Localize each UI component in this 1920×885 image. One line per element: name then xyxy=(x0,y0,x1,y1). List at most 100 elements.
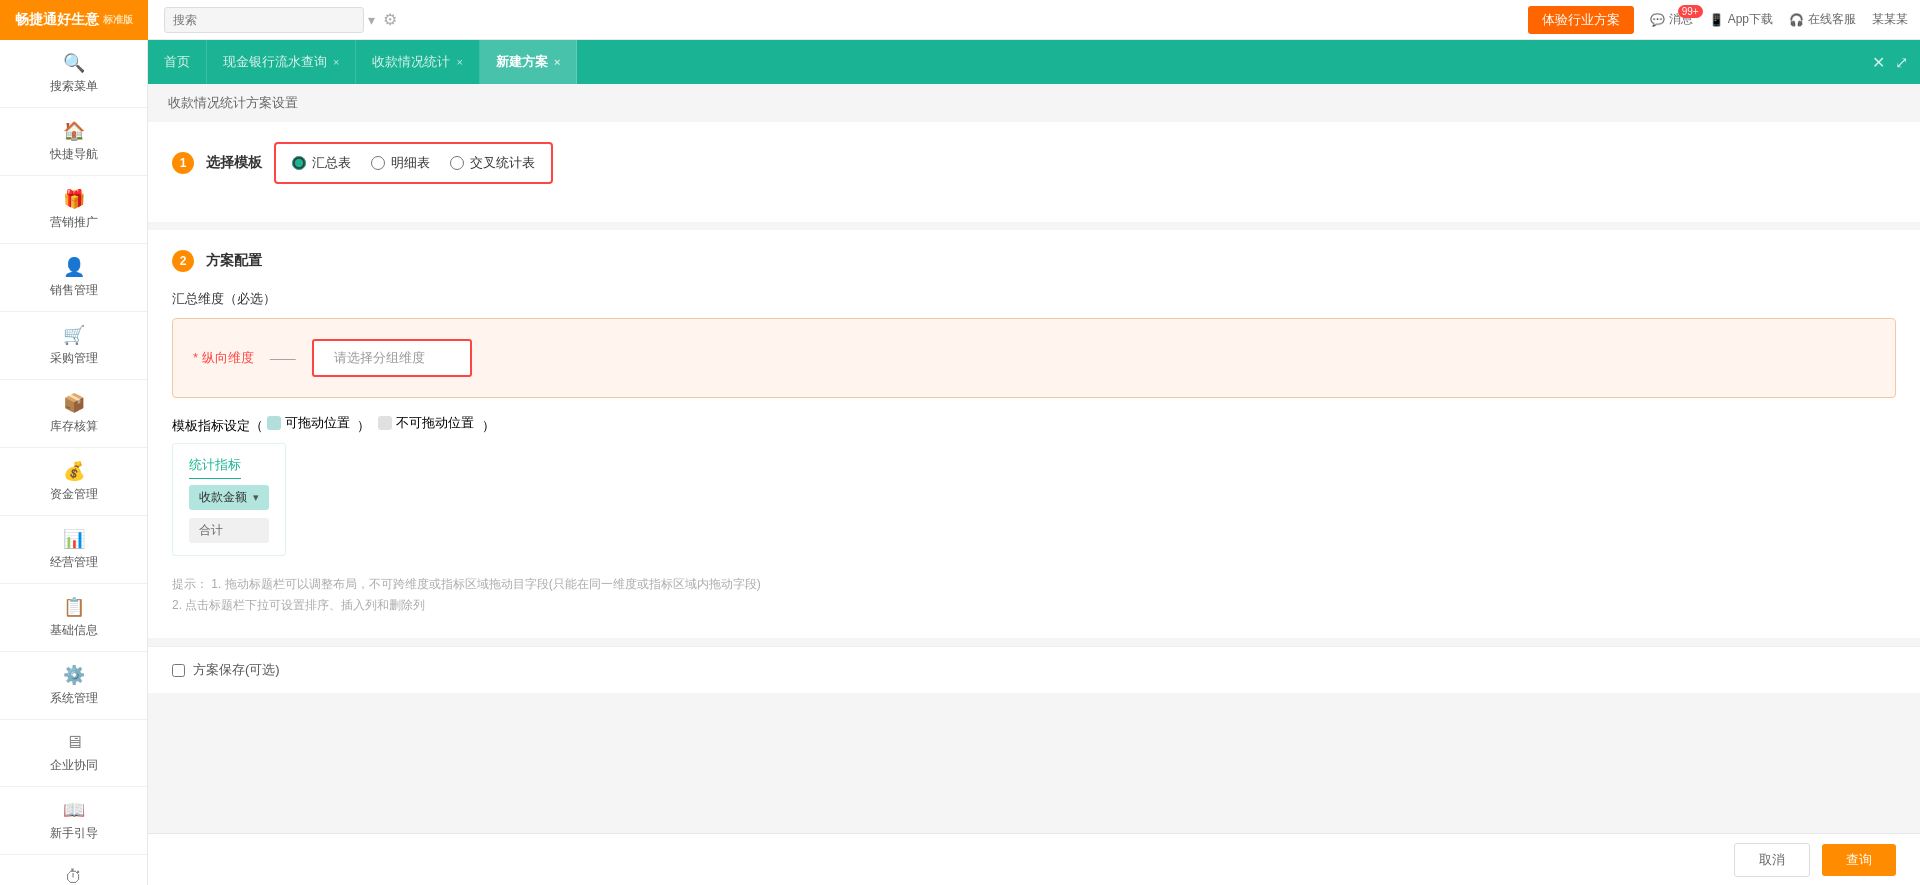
message-badge: 99+ xyxy=(1678,5,1703,18)
message-icon: 💬 xyxy=(1650,13,1665,27)
sidebar-label-purchase: 采购管理 xyxy=(50,350,98,367)
window-btns: ✕ ⤢ xyxy=(1860,40,1920,84)
sidebar-item-system[interactable]: ⚙️ 系统管理 xyxy=(0,652,147,720)
radio-cross[interactable]: 交叉统计表 xyxy=(450,154,535,172)
support-icon: 🎧 xyxy=(1789,13,1804,27)
dimension-arrow: —— xyxy=(270,351,296,366)
main-layout: 🔍 搜索菜单 🏠 快捷导航 🎁 营销推广 👤 销售管理 🛒 采购管理 📦 库存核… xyxy=(0,40,1920,885)
save-checkbox[interactable] xyxy=(172,664,185,677)
support-btn[interactable]: 🎧 在线客服 xyxy=(1789,11,1856,28)
radio-summary-input[interactable] xyxy=(292,156,306,170)
sidebar-label-management: 经营管理 xyxy=(50,554,98,571)
dimension-select[interactable]: 请选择分组维度 xyxy=(312,339,472,377)
form-footer: 方案保存(可选) xyxy=(148,646,1920,693)
download-label: App下载 xyxy=(1728,11,1773,28)
metrics-header: 模板指标设定（ 可拖动位置 ） 不可拖动位置 ） xyxy=(172,414,1896,435)
page-header: 收款情况统计方案设置 xyxy=(148,84,1920,122)
breadcrumb: 收款情况统计方案设置 xyxy=(168,95,298,110)
settings-icon[interactable]: ⚙ xyxy=(383,10,397,29)
dimension-placeholder: 请选择分组维度 xyxy=(334,350,425,365)
tab-payment-stats[interactable]: 收款情况统计 × xyxy=(356,40,479,84)
sidebar-item-guide[interactable]: 📖 新手引导 xyxy=(0,787,147,855)
tab-new-plan-label: 新建方案 xyxy=(496,53,548,71)
industry-btn[interactable]: 体验行业方案 xyxy=(1528,6,1634,34)
person-icon: 👤 xyxy=(63,256,85,278)
support-label: 在线客服 xyxy=(1808,11,1856,28)
metrics-container: 统计指标 收款金额 ▾ 合计 xyxy=(172,443,286,556)
radio-summary-label: 汇总表 xyxy=(312,154,351,172)
metric-total-label: 合计 xyxy=(199,522,223,539)
download-icon: 📱 xyxy=(1709,13,1724,27)
search-dropdown-icon[interactable]: ▾ xyxy=(368,12,375,28)
sidebar-item-nav[interactable]: 🏠 快捷导航 xyxy=(0,108,147,176)
tab-home[interactable]: 首页 xyxy=(148,40,207,84)
close-window-icon[interactable]: ✕ xyxy=(1872,53,1885,72)
box-icon: 📦 xyxy=(63,392,85,414)
vertical-label: * 纵向维度 xyxy=(193,349,254,367)
sidebar-label-nav: 快捷导航 xyxy=(50,146,98,163)
metric-tag-label: 收款金额 xyxy=(199,489,247,506)
tab-new-plan-close[interactable]: × xyxy=(554,56,560,68)
sidebar-item-inventory[interactable]: 📦 库存核算 xyxy=(0,380,147,448)
search-input[interactable] xyxy=(164,7,364,33)
money-icon: 💰 xyxy=(63,460,85,482)
radio-detail-input[interactable] xyxy=(371,156,385,170)
sidebar-item-purchase[interactable]: 🛒 采购管理 xyxy=(0,312,147,380)
tab-bank-query[interactable]: 现金银行流水查询 × xyxy=(207,40,356,84)
gift-icon: 🎁 xyxy=(63,188,85,210)
message-btn[interactable]: 💬 消息 99+ xyxy=(1650,11,1693,28)
sidebar-label-guide: 新手引导 xyxy=(50,825,98,842)
metrics-list: 收款金额 ▾ 合计 xyxy=(189,485,269,543)
sidebar-item-finance[interactable]: 💰 资金管理 xyxy=(0,448,147,516)
monitor-icon: 🖥 xyxy=(65,732,83,753)
cart-icon: 🛒 xyxy=(63,324,85,346)
movable-hint: 可拖动位置 xyxy=(267,414,350,432)
metric-chevron-icon: ▾ xyxy=(253,491,259,504)
download-btn[interactable]: 📱 App下载 xyxy=(1709,11,1773,28)
metric-tag-payment[interactable]: 收款金额 ▾ xyxy=(189,485,269,510)
tab-bar: 首页 现金银行流水查询 × 收款情况统计 × 新建方案 × ✕ ⤢ xyxy=(148,40,1920,84)
logo-sub: 标准版 xyxy=(103,13,133,27)
tab-payment-stats-close[interactable]: × xyxy=(456,56,462,68)
gear-icon: ⚙️ xyxy=(63,664,85,686)
metrics-section-label: 模板指标设定（ 可拖动位置 ） 不可拖动位置 ） xyxy=(172,414,495,435)
radio-detail[interactable]: 明细表 xyxy=(371,154,430,172)
tab-bank-query-label: 现金银行流水查询 xyxy=(223,53,327,71)
maximize-icon[interactable]: ⤢ xyxy=(1895,53,1908,72)
tab-bank-query-close[interactable]: × xyxy=(333,56,339,68)
query-button[interactable]: 查询 xyxy=(1822,844,1896,876)
step2-badge: 2 xyxy=(172,250,194,272)
sidebar-label-collab: 企业协同 xyxy=(50,757,98,774)
radio-summary[interactable]: 汇总表 xyxy=(292,154,351,172)
cancel-button[interactable]: 取消 xyxy=(1734,843,1810,877)
hardware-icon: ⏱ xyxy=(65,867,83,885)
search-menu-icon: 🔍 xyxy=(63,52,85,74)
sidebar-item-search[interactable]: 🔍 搜索菜单 xyxy=(0,40,147,108)
step2-row: 2 方案配置 xyxy=(172,250,1896,272)
metrics-section: 模板指标设定（ 可拖动位置 ） 不可拖动位置 ） xyxy=(172,414,1896,614)
sidebar-item-basic[interactable]: 📋 基础信息 xyxy=(0,584,147,652)
tip-1: 提示： 1. 拖动标题栏可以调整布局，不可跨维度或指标区域拖动目字段(只能在同一… xyxy=(172,576,1896,593)
logo-text: 畅捷通好生意 xyxy=(15,11,99,29)
metric-total: 合计 xyxy=(189,518,269,543)
step1-title: 选择模板 xyxy=(206,154,262,172)
fixed-hint: 不可拖动位置 xyxy=(378,414,474,432)
save-option[interactable]: 方案保存(可选) xyxy=(172,661,1896,679)
save-label: 方案保存(可选) xyxy=(193,661,280,679)
tab-new-plan[interactable]: 新建方案 × xyxy=(480,40,577,84)
sidebar-item-collab[interactable]: 🖥 企业协同 xyxy=(0,720,147,787)
sidebar-item-hardware[interactable]: ⏱ 智能硬件 xyxy=(0,855,147,885)
sidebar-item-sales[interactable]: 👤 销售管理 xyxy=(0,244,147,312)
sidebar-label-inventory: 库存核算 xyxy=(50,418,98,435)
fixed-dot xyxy=(378,416,392,430)
bottom-action-bar: 取消 查询 xyxy=(148,833,1920,885)
home-icon: 🏠 xyxy=(63,120,85,142)
sidebar-item-marketing[interactable]: 🎁 营销推广 xyxy=(0,176,147,244)
sidebar-label-search: 搜索菜单 xyxy=(50,78,98,95)
radio-cross-input[interactable] xyxy=(450,156,464,170)
icon-group: 💬 消息 99+ 📱 App下载 🎧 在线客服 某某某 xyxy=(1650,11,1908,28)
radio-group: 汇总表 明细表 交叉统计表 xyxy=(292,154,535,172)
user-name: 某某某 xyxy=(1872,11,1908,28)
dimension-area: * 纵向维度 —— 请选择分组维度 xyxy=(172,318,1896,398)
sidebar-item-management[interactable]: 📊 经营管理 xyxy=(0,516,147,584)
